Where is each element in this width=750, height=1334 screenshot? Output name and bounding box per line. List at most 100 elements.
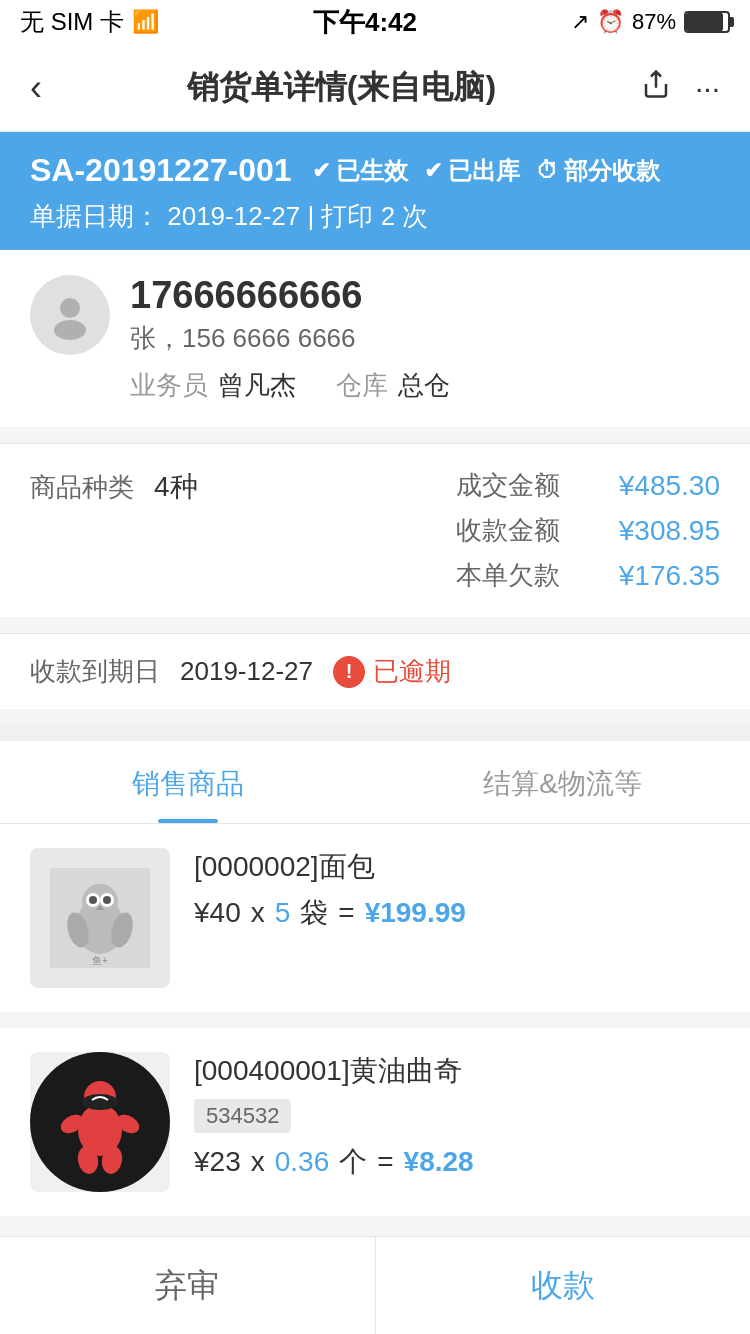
- avatar: [30, 275, 110, 355]
- tab-settlement[interactable]: 结算&物流等: [375, 741, 750, 823]
- order-header-banner: SA-20191227-001 ✔ 已生效 ✔ 已出库 ⏱ 部分收款 单据日期：…: [0, 132, 750, 250]
- warehouse-value: 总仓: [398, 368, 450, 403]
- payment-due-label: 收款到期日: [30, 654, 160, 689]
- product-unit-2: 个: [339, 1143, 367, 1181]
- customer-name-phone: 张，156 6666 6666: [130, 321, 362, 356]
- cancel-button[interactable]: 弃审: [0, 1237, 376, 1334]
- deal-amount-value: ¥485.30: [580, 470, 720, 502]
- product-unit-price-1: ¥40: [194, 897, 241, 929]
- order-number-row: SA-20191227-001 ✔ 已生效 ✔ 已出库 ⏱ 部分收款: [30, 152, 720, 189]
- nav-actions: ···: [641, 69, 720, 106]
- status-badges: ✔ 已生效 ✔ 已出库 ⏱ 部分收款: [312, 155, 660, 187]
- times-icon-1: x: [251, 897, 265, 929]
- battery-bar: [684, 11, 730, 33]
- product-qty-2: 0.36: [275, 1146, 330, 1178]
- customer-name-area: 17666666666 张，156 6666 6666: [130, 274, 362, 356]
- tabs-row: 销售商品 结算&物流等: [0, 741, 750, 824]
- checkmark-icon-effective: ✔: [312, 158, 330, 184]
- clock-icon: ⏱: [536, 158, 558, 184]
- tab-settlement-label: 结算&物流等: [483, 768, 642, 799]
- wifi-icon: 📶: [132, 9, 159, 35]
- page-title: 销货单详情(来自电脑): [187, 66, 496, 110]
- checkmark-icon-shipped: ✔: [424, 158, 442, 184]
- debt-label: 本单欠款: [456, 558, 560, 593]
- product-image-1: 鱼+: [30, 848, 170, 988]
- location-icon: ↗: [571, 9, 589, 35]
- times-icon-2: x: [251, 1146, 265, 1178]
- product-item-1: 鱼+ [0000002]面包 ¥40 x 5 袋 = ¥199.99: [0, 824, 750, 1012]
- alarm-icon: ⏰: [597, 9, 624, 35]
- confirm-button[interactable]: 收款: [376, 1237, 751, 1334]
- svg-point-0: [60, 298, 80, 318]
- battery-percent: 87%: [632, 9, 676, 35]
- product-qty-1: 5: [275, 897, 291, 929]
- status-time: 下午4:42: [313, 5, 417, 40]
- customer-info-row: 业务员 曾凡杰 仓库 总仓: [30, 368, 720, 403]
- received-value: ¥308.95: [580, 515, 720, 547]
- status-left: 无 SIM 卡 📶: [20, 6, 159, 38]
- badge-effective: ✔ 已生效: [312, 155, 408, 187]
- product-type-label: 商品种类: [30, 470, 134, 505]
- bottom-bar: 弃审 收款: [0, 1236, 750, 1334]
- received-label: 收款金额: [456, 513, 560, 548]
- product-type-area: 商品种类 4种: [30, 468, 198, 506]
- deal-amount-label: 成交金额: [456, 468, 560, 503]
- badge-effective-label: 已生效: [336, 155, 408, 187]
- sales-info: 业务员 曾凡杰: [130, 368, 296, 403]
- product-image-placeholder-1: 鱼+: [30, 848, 170, 988]
- product-price-row-2: ¥23 x 0.36 个 = ¥8.28: [194, 1143, 720, 1181]
- product-type-count: 4种: [154, 468, 198, 506]
- financial-stats: 成交金额 ¥485.30 收款金额 ¥308.95 本单欠款 ¥176.35: [456, 468, 720, 593]
- product-name-1: [0000002]面包: [194, 848, 720, 886]
- product-item-2: [000400001]黄油曲奇 534532 ¥23 x 0.36 个 = ¥8…: [0, 1028, 750, 1216]
- order-date-value: 2019-12-27: [167, 201, 300, 231]
- share-icon[interactable]: [641, 69, 671, 106]
- sales-label: 业务员: [130, 368, 208, 403]
- sales-value: 曾凡杰: [218, 368, 296, 403]
- product-unit-1: 袋: [300, 894, 328, 932]
- more-icon[interactable]: ···: [695, 71, 720, 105]
- status-right: ↗ ⏰ 87%: [571, 9, 730, 35]
- date-label: 单据日期：: [30, 201, 160, 231]
- stats-section: 商品种类 4种 成交金额 ¥485.30 收款金额 ¥308.95 本单欠款 ¥…: [0, 444, 750, 617]
- print-separator: |: [307, 201, 321, 231]
- received-row: 收款金额 ¥308.95: [456, 513, 720, 548]
- badge-payment-label: 部分收款: [564, 155, 660, 187]
- warehouse-label: 仓库: [336, 368, 388, 403]
- product-total-1: ¥199.99: [365, 897, 466, 929]
- customer-phone: 17666666666: [130, 274, 362, 317]
- customer-section: 17666666666 张，156 6666 6666 业务员 曾凡杰 仓库 总…: [0, 250, 750, 427]
- svg-text:鱼+: 鱼+: [92, 955, 108, 966]
- back-button[interactable]: ‹: [30, 67, 42, 109]
- deal-amount-row: 成交金额 ¥485.30: [456, 468, 720, 503]
- product-image-2: [30, 1052, 170, 1192]
- cancel-label: 弃审: [155, 1264, 219, 1308]
- svg-point-8: [103, 896, 111, 904]
- product-price-row-1: ¥40 x 5 袋 = ¥199.99: [194, 894, 720, 932]
- print-count-value: 2: [381, 201, 395, 231]
- nav-bar: ‹ 销货单详情(来自电脑) ···: [0, 44, 750, 132]
- products-list: 鱼+ [0000002]面包 ¥40 x 5 袋 = ¥199.99: [0, 824, 750, 1272]
- overdue-icon: !: [333, 656, 365, 688]
- svg-point-1: [54, 320, 86, 340]
- warehouse-info: 仓库 总仓: [336, 368, 450, 403]
- product-unit-price-2: ¥23: [194, 1146, 241, 1178]
- customer-main-row: 17666666666 张，156 6666 6666: [30, 274, 720, 356]
- svg-point-7: [89, 896, 97, 904]
- badge-shipped: ✔ 已出库: [424, 155, 520, 187]
- confirm-label: 收款: [531, 1264, 595, 1308]
- order-date-row: 单据日期： 2019-12-27 | 打印 2 次: [30, 199, 720, 234]
- tabs-section: 销售商品 结算&物流等: [0, 741, 750, 824]
- debt-value: ¥176.35: [580, 560, 720, 592]
- carrier-label: 无 SIM 卡: [20, 6, 124, 38]
- tab-sales-label: 销售商品: [132, 768, 244, 799]
- tab-sales-products[interactable]: 销售商品: [0, 741, 375, 823]
- badge-shipped-label: 已出库: [448, 155, 520, 187]
- product-sku-2: 534532: [194, 1099, 291, 1133]
- debt-row: 本单欠款 ¥176.35: [456, 558, 720, 593]
- print-label: 打印: [321, 201, 373, 231]
- product-info-2: [000400001]黄油曲奇 534532 ¥23 x 0.36 个 = ¥8…: [194, 1052, 720, 1181]
- product-info-1: [0000002]面包 ¥40 x 5 袋 = ¥199.99: [194, 848, 720, 932]
- equals-1: =: [338, 897, 354, 929]
- print-unit-label: 次: [402, 201, 428, 231]
